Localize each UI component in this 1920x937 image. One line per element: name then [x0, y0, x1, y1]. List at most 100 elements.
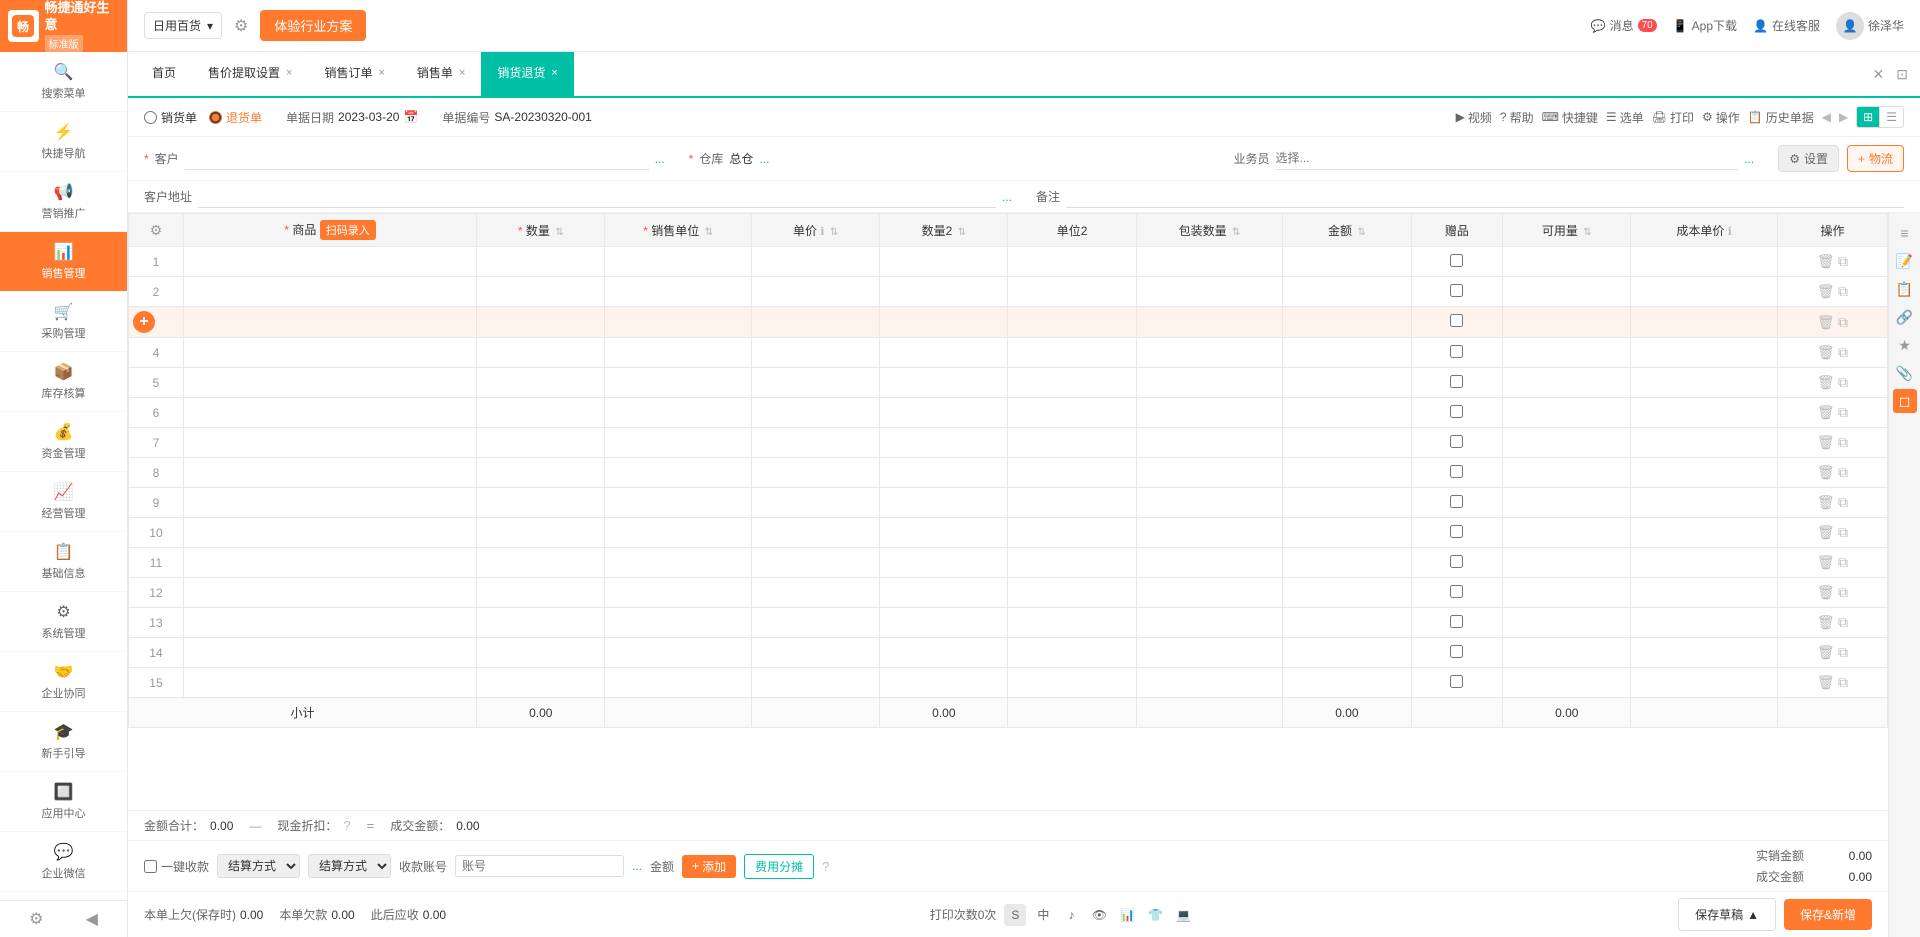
calendar-icon[interactable]: 📅: [403, 110, 418, 124]
pack-cell-6[interactable]: [1136, 398, 1283, 428]
product-cell-14[interactable]: [183, 638, 476, 668]
amount-cell-9[interactable]: [1283, 488, 1411, 518]
qty-cell-3[interactable]: [477, 307, 605, 338]
pack-cell-8[interactable]: [1136, 458, 1283, 488]
qty2-cell-10[interactable]: [880, 518, 1008, 548]
right-btn-1[interactable]: ≡: [1893, 221, 1917, 245]
tab-sales-order[interactable]: 销售订单 ×: [308, 52, 400, 96]
unit2-cell-9[interactable]: [1008, 488, 1136, 518]
shortcut-btn[interactable]: ⌨ 快捷键: [1542, 109, 1598, 126]
price-cell-7[interactable]: [751, 428, 879, 458]
prev-record-btn[interactable]: ◀: [1822, 110, 1831, 124]
right-btn-4[interactable]: 🔗: [1893, 305, 1917, 329]
settings-side-btn[interactable]: ⚙ 设置: [1778, 145, 1839, 172]
industry-select[interactable]: 日用百货 ▾: [144, 12, 222, 39]
delete-row-btn-12[interactable]: 🗑: [1817, 584, 1835, 600]
fee-split-btn[interactable]: 费用分摊: [744, 854, 814, 879]
cost-cell-14[interactable]: [1631, 638, 1778, 668]
gift-cell-4[interactable]: [1411, 338, 1503, 368]
amount-cell-8[interactable]: [1283, 458, 1411, 488]
sale-radio-input[interactable]: [144, 111, 157, 124]
unit2-cell-3[interactable]: [1008, 307, 1136, 338]
pack-cell-4[interactable]: [1136, 338, 1283, 368]
qty-cell-15[interactable]: [477, 668, 605, 698]
amount-cell-14[interactable]: [1283, 638, 1411, 668]
unit2-cell-10[interactable]: [1008, 518, 1136, 548]
available-cell-5[interactable]: [1503, 368, 1631, 398]
gift-cell-9[interactable]: [1411, 488, 1503, 518]
warehouse-value[interactable]: 总仓: [729, 150, 753, 167]
product-cell-5[interactable]: [183, 368, 476, 398]
right-btn-3[interactable]: 📋: [1893, 277, 1917, 301]
unit-cell-5[interactable]: [605, 368, 752, 398]
scan-input-btn[interactable]: 扫码录入: [320, 220, 376, 240]
sidebar-item-system[interactable]: ⚙ 系统管理: [0, 592, 127, 652]
cost-cell-5[interactable]: [1631, 368, 1778, 398]
delete-row-btn-7[interactable]: 🗑: [1817, 434, 1835, 450]
cost-cell-9[interactable]: [1631, 488, 1778, 518]
price-sort-icon[interactable]: ⇅: [830, 227, 838, 238]
gift-cell-13[interactable]: [1411, 608, 1503, 638]
delete-row-btn-13[interactable]: 🗑: [1817, 614, 1835, 630]
unit2-cell-7[interactable]: [1008, 428, 1136, 458]
cta-button[interactable]: 体验行业方案: [260, 10, 366, 41]
copy-row-btn-13[interactable]: ⧉: [1838, 614, 1848, 630]
cost-cell-4[interactable]: [1631, 338, 1778, 368]
gift-cell-11[interactable]: [1411, 548, 1503, 578]
discount-help-icon[interactable]: ?: [343, 818, 350, 833]
save-draft-button[interactable]: 保存草稿 ▲: [1678, 898, 1776, 931]
unit2-cell-2[interactable]: [1008, 277, 1136, 307]
copy-row-btn-11[interactable]: ⧉: [1838, 554, 1848, 570]
qty2-cell-14[interactable]: [880, 638, 1008, 668]
unit2-cell-13[interactable]: [1008, 608, 1136, 638]
copy-row-btn-4[interactable]: ⧉: [1838, 344, 1848, 360]
user-btn[interactable]: 👤 徐泽华: [1836, 12, 1904, 40]
sidebar-collapse-btn[interactable]: ◀: [86, 909, 98, 929]
amount-cell-15[interactable]: [1283, 668, 1411, 698]
pack-cell-1[interactable]: [1136, 247, 1283, 277]
toolbar-icon-6[interactable]: 👕: [1144, 904, 1166, 926]
toolbar-icon-7[interactable]: 💻: [1172, 904, 1194, 926]
online-service-btn[interactable]: 👤 在线客服: [1753, 17, 1820, 34]
address-input[interactable]: [198, 185, 996, 208]
qty-cell-8[interactable]: [477, 458, 605, 488]
col-settings-icon[interactable]: ⚙: [150, 222, 163, 238]
delete-row-btn-10[interactable]: 🗑: [1817, 524, 1835, 540]
copy-row-btn-8[interactable]: ⧉: [1838, 464, 1848, 480]
price-cell-5[interactable]: [751, 368, 879, 398]
pack-sort-icon[interactable]: ⇅: [1232, 227, 1240, 238]
qty2-cell-9[interactable]: [880, 488, 1008, 518]
pack-cell-12[interactable]: [1136, 578, 1283, 608]
product-input-3[interactable]: [188, 315, 472, 329]
qty2-cell-4[interactable]: [880, 338, 1008, 368]
available-cell-1[interactable]: [1503, 247, 1631, 277]
unit-cell-8[interactable]: [605, 458, 752, 488]
unit-cell-15[interactable]: [605, 668, 752, 698]
sidebar-item-nav[interactable]: ⚡ 快捷导航: [0, 112, 127, 172]
gift-checkbox-10[interactable]: [1450, 525, 1463, 538]
unit-cell-9[interactable]: [605, 488, 752, 518]
product-cell-12[interactable]: [183, 578, 476, 608]
amount-cell-1[interactable]: [1283, 247, 1411, 277]
gift-checkbox-15[interactable]: [1450, 675, 1463, 688]
sidebar-item-purchase[interactable]: 🛒 采购管理: [0, 292, 127, 352]
available-cell-11[interactable]: [1503, 548, 1631, 578]
sidebar-settings-btn[interactable]: ⚙: [29, 909, 43, 929]
gift-cell-1[interactable]: [1411, 247, 1503, 277]
pack-cell-9[interactable]: [1136, 488, 1283, 518]
amount-cell-6[interactable]: [1283, 398, 1411, 428]
gift-checkbox-5[interactable]: [1450, 375, 1463, 388]
save-new-button[interactable]: 保存&新增: [1784, 899, 1872, 930]
one-key-collect-checkbox[interactable]: [144, 860, 157, 873]
unit2-cell-5[interactable]: [1008, 368, 1136, 398]
unit-cell-13[interactable]: [605, 608, 752, 638]
toolbar-icon-2[interactable]: 中: [1032, 904, 1054, 926]
toolbar-icon-5[interactable]: 📊: [1116, 904, 1138, 926]
qty2-cell-1[interactable]: [880, 247, 1008, 277]
delete-row-btn-14[interactable]: 🗑: [1817, 644, 1835, 660]
unit-cell-10[interactable]: [605, 518, 752, 548]
copy-row-btn-5[interactable]: ⧉: [1838, 374, 1848, 390]
cost-info-icon[interactable]: ℹ: [1728, 226, 1732, 238]
pack-cell-13[interactable]: [1136, 608, 1283, 638]
fee-help-icon[interactable]: ?: [822, 859, 829, 874]
